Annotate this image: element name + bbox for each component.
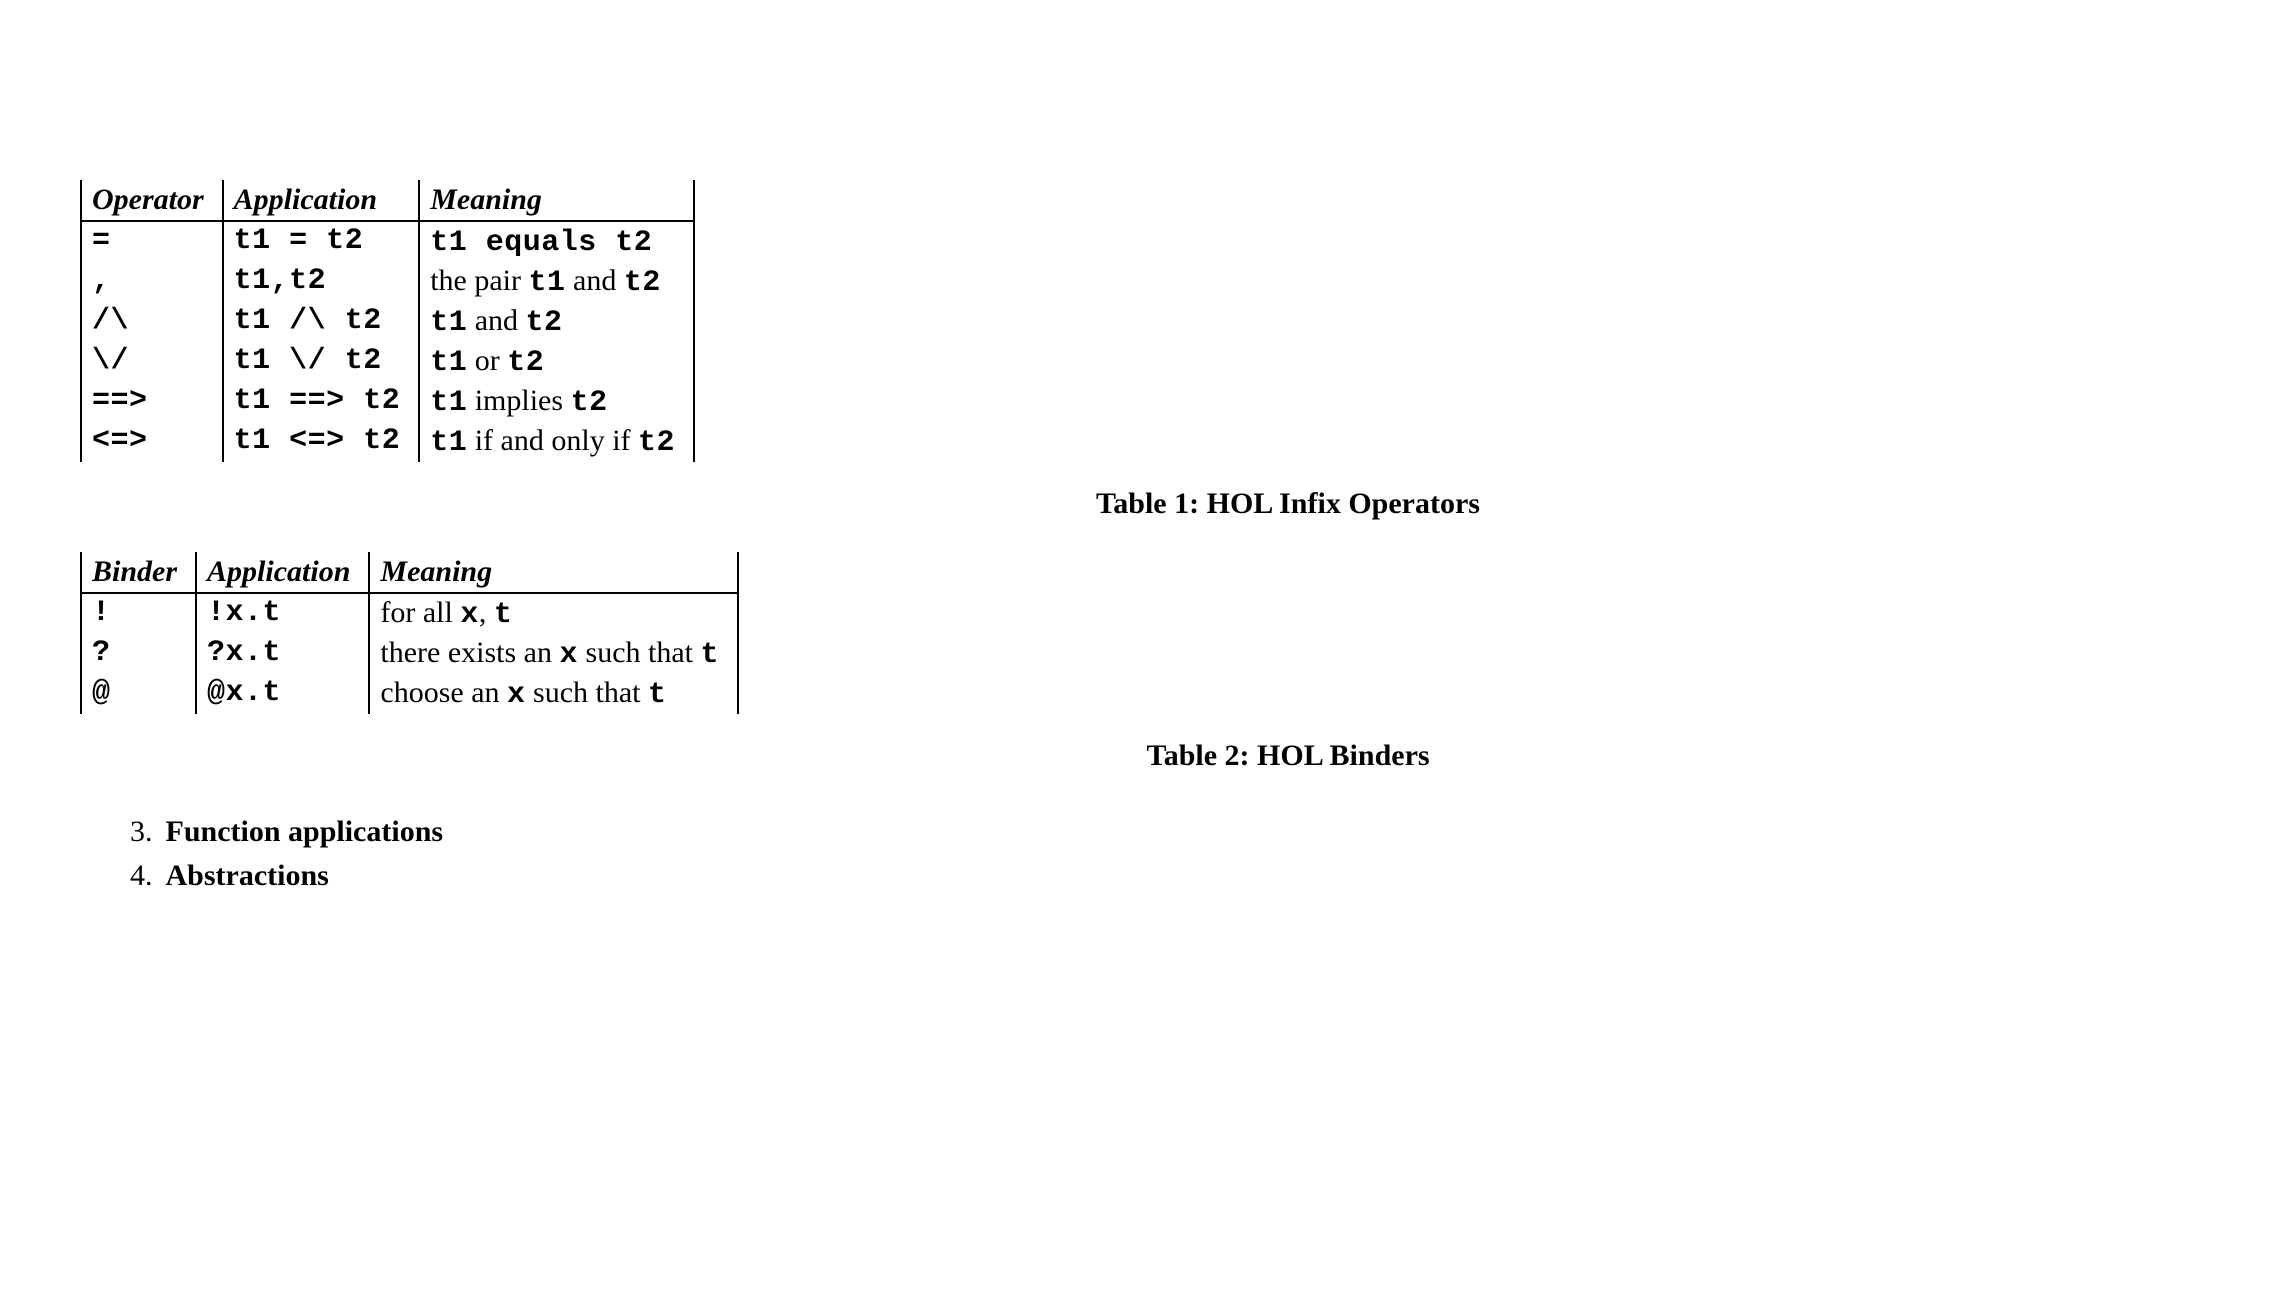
meaning-cell: t1 equals t2 xyxy=(419,221,694,262)
table-row: ? ?x.t there exists an x such that t xyxy=(81,634,739,674)
operator-cell: \/ xyxy=(81,342,223,382)
table-row: ! !x.t for all x, t xyxy=(81,593,739,634)
meaning-cell: t1 implies t2 xyxy=(419,382,694,422)
binder-cell: @ xyxy=(81,674,196,714)
application-cell: t1 \/ t2 xyxy=(223,342,420,382)
application-cell: t1 <=> t2 xyxy=(223,422,420,462)
table-row: , t1,t2 the pair t1 and t2 xyxy=(81,262,695,302)
operator-cell: /\ xyxy=(81,302,223,342)
application-cell: t1 = t2 xyxy=(223,221,420,262)
meaning-cell: choose an x such that t xyxy=(369,674,738,714)
table2-header-row: Binder Application Meaning xyxy=(81,552,739,593)
table-row: ==> t1 ==> t2 t1 implies t2 xyxy=(81,382,695,422)
operator-cell: <=> xyxy=(81,422,223,462)
table-row: = t1 = t2 t1 equals t2 xyxy=(81,221,695,262)
table-row: \/ t1 \/ t2 t1 or t2 xyxy=(81,342,695,382)
meaning-cell: there exists an x such that t xyxy=(369,634,738,674)
application-cell: @x.t xyxy=(196,674,369,714)
table2-header-application: Application xyxy=(196,552,369,593)
list-item: 3. Function applications xyxy=(130,814,2196,850)
operator-cell: ==> xyxy=(81,382,223,422)
table-infix-operators: Operator Application Meaning = t1 = t2 t… xyxy=(80,180,695,462)
table2-caption: Table 2: HOL Binders xyxy=(80,738,2196,774)
document-page: Operator Application Meaning = t1 = t2 t… xyxy=(0,0,2276,942)
table1-caption: Table 1: HOL Infix Operators xyxy=(80,486,2196,522)
list-number: 4. xyxy=(130,858,158,894)
table2-right-border xyxy=(738,552,739,593)
list-text: Function applications xyxy=(166,815,444,848)
table-binders: Binder Application Meaning ! !x.t for al… xyxy=(80,552,739,714)
application-cell: !x.t xyxy=(196,593,369,634)
table1-header-application: Application xyxy=(223,180,420,221)
application-cell: t1 ==> t2 xyxy=(223,382,420,422)
meaning-cell: t1 if and only if t2 xyxy=(419,422,694,462)
table1-header-row: Operator Application Meaning xyxy=(81,180,695,221)
table-row: <=> t1 <=> t2 t1 if and only if t2 xyxy=(81,422,695,462)
table2-header-binder: Binder xyxy=(81,552,196,593)
enumerated-list: 3. Function applications 4. Abstractions xyxy=(130,814,2196,894)
list-number: 3. xyxy=(130,814,158,850)
list-item: 4. Abstractions xyxy=(130,858,2196,894)
meaning-cell: t1 or t2 xyxy=(419,342,694,382)
table-row: /\ t1 /\ t2 t1 and t2 xyxy=(81,302,695,342)
table1-right-border xyxy=(694,180,695,221)
application-cell: t1 /\ t2 xyxy=(223,302,420,342)
meaning-cell: the pair t1 and t2 xyxy=(419,262,694,302)
table1-header-meaning: Meaning xyxy=(419,180,694,221)
application-cell: t1,t2 xyxy=(223,262,420,302)
operator-cell: = xyxy=(81,221,223,262)
binder-cell: ! xyxy=(81,593,196,634)
table2-header-meaning: Meaning xyxy=(369,552,738,593)
table-row: @ @x.t choose an x such that t xyxy=(81,674,739,714)
table1-header-operator: Operator xyxy=(81,180,223,221)
meaning-cell: t1 and t2 xyxy=(419,302,694,342)
list-text: Abstractions xyxy=(166,859,329,892)
binder-cell: ? xyxy=(81,634,196,674)
meaning-cell: for all x, t xyxy=(369,593,738,634)
application-cell: ?x.t xyxy=(196,634,369,674)
operator-cell: , xyxy=(81,262,223,302)
